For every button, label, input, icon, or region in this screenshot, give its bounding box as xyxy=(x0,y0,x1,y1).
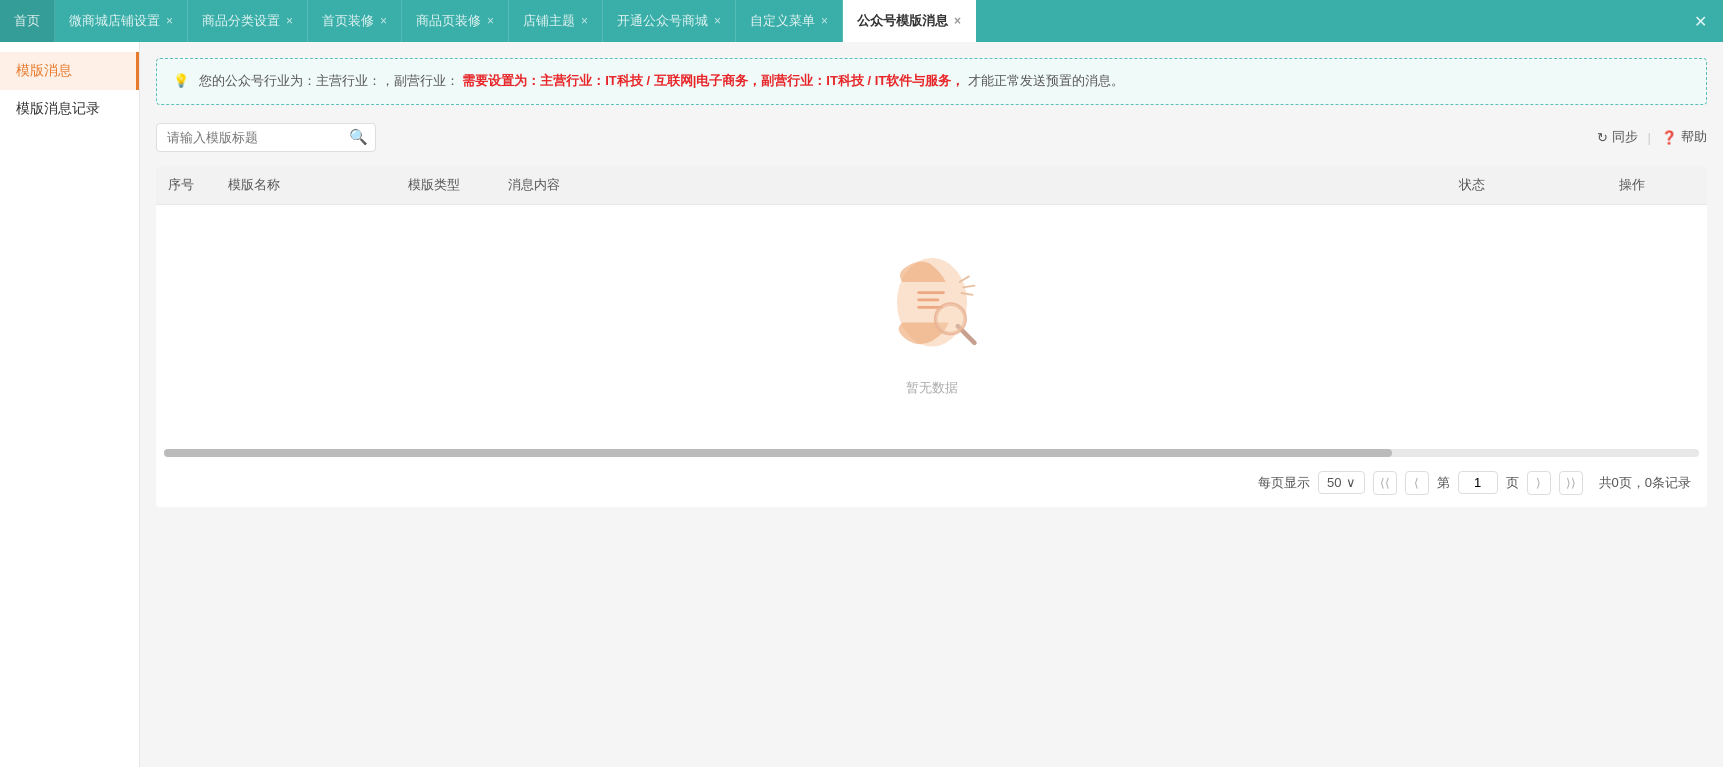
col-header-action: 操作 xyxy=(1607,166,1707,205)
scroll-thumb xyxy=(164,449,1392,457)
notice-prefix: 您的公众号行业为：主营行业：，副营行业： xyxy=(199,73,459,88)
empty-text: 暂无数据 xyxy=(906,379,958,397)
sidebar-item-template-record[interactable]: 模版消息记录 xyxy=(0,90,139,128)
tab-bar-close-all[interactable]: ✕ xyxy=(1678,12,1723,31)
tab-template-msg-label: 公众号模版消息 xyxy=(857,12,948,30)
sidebar-item-template-record-label: 模版消息记录 xyxy=(16,100,100,116)
sidebar-item-template-message[interactable]: 模版消息 xyxy=(0,52,139,90)
col-header-type: 模版类型 xyxy=(396,166,496,205)
tab-shop-theme[interactable]: 店铺主题 × xyxy=(509,0,603,42)
svg-rect-1 xyxy=(917,291,945,294)
pagination-row: 每页显示 50 ∨ ⟨⟨ ⟨ 第 页 ⟩ ⟩⟩ 共0页，0条记录 xyxy=(156,459,1707,507)
last-page-button[interactable]: ⟩⟩ xyxy=(1559,471,1583,495)
sync-button[interactable]: ↻ 同步 xyxy=(1597,128,1638,146)
tab-template-msg[interactable]: 公众号模版消息 × xyxy=(843,0,976,42)
tab-wechat-shop[interactable]: 微商城店铺设置 × xyxy=(55,0,188,42)
tab-product-decor-close[interactable]: × xyxy=(487,14,494,28)
notice-icon: 💡 xyxy=(173,73,189,88)
tab-shop-theme-close[interactable]: × xyxy=(581,14,588,28)
empty-icon xyxy=(872,245,992,365)
tab-product-category[interactable]: 商品分类设置 × xyxy=(188,0,308,42)
col-header-index: 序号 xyxy=(156,166,216,205)
tab-wechat-shop-label: 微商城店铺设置 xyxy=(69,12,160,30)
search-input[interactable] xyxy=(156,123,376,152)
tab-custom-menu-label: 自定义菜单 xyxy=(750,12,815,30)
tab-product-decor[interactable]: 商品页装修 × xyxy=(402,0,509,42)
prev-page-button[interactable]: ⟨ xyxy=(1405,471,1429,495)
tab-open-shop-close[interactable]: × xyxy=(714,14,721,28)
search-input-wrap: 🔍 xyxy=(156,123,376,152)
main-layout: 模版消息 模版消息记录 💡 您的公众号行业为：主营行业：，副营行业： 需要设置为… xyxy=(0,42,1723,767)
tab-home-decor[interactable]: 首页装修 × xyxy=(308,0,402,42)
help-icon: ❓ xyxy=(1661,130,1677,145)
tab-product-category-close[interactable]: × xyxy=(286,14,293,28)
page-size-label: 每页显示 xyxy=(1258,474,1310,492)
tab-home-label: 首页 xyxy=(14,12,40,30)
toolbar-right: ↻ 同步 | ❓ 帮助 xyxy=(1597,128,1707,146)
scroll-track xyxy=(164,449,1699,457)
tab-home-decor-label: 首页装修 xyxy=(322,12,374,30)
empty-state: 暂无数据 xyxy=(156,205,1707,447)
page-size-value: 50 xyxy=(1327,475,1341,490)
tab-home[interactable]: 首页 xyxy=(0,0,55,42)
tab-open-shop[interactable]: 开通公众号商城 × xyxy=(603,0,736,42)
sync-label: 同步 xyxy=(1612,128,1638,146)
sidebar-item-template-message-label: 模版消息 xyxy=(16,62,72,78)
tab-product-category-label: 商品分类设置 xyxy=(202,12,280,30)
notice-highlight: 需要设置为：主营行业：IT科技 / 互联网|电子商务，副营行业：IT科技 / I… xyxy=(462,73,964,88)
tab-product-decor-label: 商品页装修 xyxy=(416,12,481,30)
chevron-down-icon: ∨ xyxy=(1346,475,1356,490)
table-container: 序号 模版名称 模版类型 消息内容 状态 xyxy=(156,166,1707,507)
tab-template-msg-close[interactable]: × xyxy=(954,14,961,28)
page-input[interactable] xyxy=(1458,471,1498,494)
content-area: 💡 您的公众号行业为：主营行业：，副营行业： 需要设置为：主营行业：IT科技 /… xyxy=(140,42,1723,767)
search-bar: 🔍 ↻ 同步 | ❓ 帮助 xyxy=(156,123,1707,152)
svg-line-8 xyxy=(963,285,974,287)
notice-box: 💡 您的公众号行业为：主营行业：，副营行业： 需要设置为：主营行业：IT科技 /… xyxy=(156,58,1707,105)
table-header-row: 序号 模版名称 模版类型 消息内容 状态 xyxy=(156,166,1707,205)
help-button[interactable]: ❓ 帮助 xyxy=(1661,128,1707,146)
col-header-status: 状态 xyxy=(1447,166,1607,205)
first-page-button[interactable]: ⟨⟨ xyxy=(1373,471,1397,495)
notice-suffix: 才能正常发送预置的消息。 xyxy=(968,73,1124,88)
col-header-name: 模版名称 xyxy=(216,166,396,205)
page-total: 共0页，0条记录 xyxy=(1599,474,1691,492)
svg-rect-2 xyxy=(917,298,939,301)
search-icon[interactable]: 🔍 xyxy=(349,128,368,146)
tab-open-shop-label: 开通公众号商城 xyxy=(617,12,708,30)
horizontal-scrollbar[interactable] xyxy=(156,447,1707,459)
svg-point-6 xyxy=(935,304,965,334)
tab-custom-menu[interactable]: 自定义菜单 × xyxy=(736,0,843,42)
page-size-select[interactable]: 50 ∨ xyxy=(1318,471,1364,494)
col-header-content: 消息内容 xyxy=(496,166,1447,205)
tab-wechat-shop-close[interactable]: × xyxy=(166,14,173,28)
data-table: 序号 模版名称 模版类型 消息内容 状态 xyxy=(156,166,1707,447)
next-page-button[interactable]: ⟩ xyxy=(1527,471,1551,495)
tab-home-decor-close[interactable]: × xyxy=(380,14,387,28)
tab-custom-menu-close[interactable]: × xyxy=(821,14,828,28)
tab-bar: 首页 微商城店铺设置 × 商品分类设置 × 首页装修 × 商品页装修 × 店铺主… xyxy=(0,0,1723,42)
sync-icon: ↻ xyxy=(1597,130,1608,145)
toolbar-divider: | xyxy=(1648,130,1651,145)
page-prefix: 第 xyxy=(1437,474,1450,492)
help-label: 帮助 xyxy=(1681,128,1707,146)
sidebar: 模版消息 模版消息记录 xyxy=(0,42,140,767)
tab-shop-theme-label: 店铺主题 xyxy=(523,12,575,30)
page-unit: 页 xyxy=(1506,474,1519,492)
